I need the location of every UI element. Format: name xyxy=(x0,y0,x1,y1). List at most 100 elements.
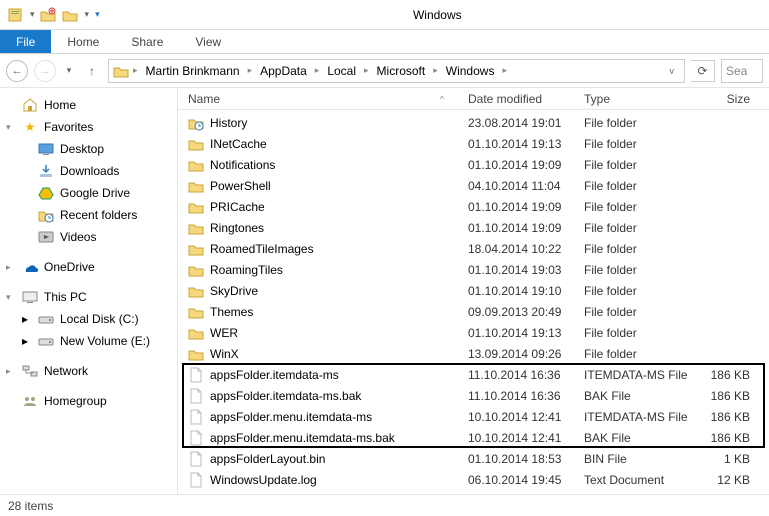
column-type[interactable]: Type xyxy=(578,92,698,106)
sidebar-homegroup[interactable]: Homegroup xyxy=(0,390,177,412)
sidebar-item-google-drive[interactable]: Google Drive xyxy=(0,182,177,204)
crumb-segment[interactable]: Martin Brinkmann xyxy=(142,64,244,78)
sidebar-onedrive[interactable]: ▸ OneDrive xyxy=(0,256,177,278)
sidebar-label: Google Drive xyxy=(60,186,130,200)
file-name: Ringtones xyxy=(210,221,264,235)
table-row[interactable]: WinX13.09.2014 09:26File folder xyxy=(178,343,769,364)
chevron-right-icon[interactable]: ▸ xyxy=(131,65,140,76)
file-type: File folder xyxy=(578,179,698,193)
table-row[interactable]: Themes09.09.2013 20:49File folder xyxy=(178,301,769,322)
sidebar-this-pc[interactable]: ▾ This PC xyxy=(0,286,177,308)
ribbon-tabs: File Home Share View xyxy=(0,30,769,54)
file-type: BAK File xyxy=(578,389,698,403)
sidebar-label: Downloads xyxy=(60,164,119,178)
file-date: 01.10.2014 19:09 xyxy=(462,158,578,172)
expand-icon[interactable]: ▸ xyxy=(22,334,28,348)
column-name[interactable]: Name^ xyxy=(178,92,462,106)
sidebar-item-videos[interactable]: Videos xyxy=(0,226,177,248)
crumb-segment[interactable]: Local xyxy=(323,64,360,78)
column-date[interactable]: Date modified xyxy=(462,92,578,106)
crumb-segment[interactable]: Windows xyxy=(442,64,499,78)
file-icon xyxy=(188,367,204,383)
table-row[interactable]: RoamingTiles01.10.2014 19:03File folder xyxy=(178,259,769,280)
chevron-right-icon[interactable]: ▸ xyxy=(362,65,371,76)
table-row[interactable]: PowerShell04.10.2014 11:04File folder xyxy=(178,175,769,196)
table-row[interactable]: Notifications01.10.2014 19:09File folder xyxy=(178,154,769,175)
file-date: 23.08.2014 19:01 xyxy=(462,116,578,130)
sidebar-item-recent-folders[interactable]: Recent folders xyxy=(0,204,177,226)
properties-icon[interactable] xyxy=(6,6,24,24)
table-row[interactable]: SkyDrive01.10.2014 19:10File folder xyxy=(178,280,769,301)
sidebar-label: Home xyxy=(44,98,76,112)
expand-icon[interactable]: ▸ xyxy=(6,366,11,377)
file-date: 13.09.2014 09:26 xyxy=(462,347,578,361)
table-row[interactable]: PRICache01.10.2014 19:09File folder xyxy=(178,196,769,217)
file-date: 11.10.2014 16:36 xyxy=(462,368,578,382)
sidebar-item-desktop[interactable]: Desktop xyxy=(0,138,177,160)
chevron-right-icon[interactable]: ▸ xyxy=(246,65,255,76)
file-name: RoamedTileImages xyxy=(210,242,314,256)
file-name: PRICache xyxy=(210,200,265,214)
tab-file[interactable]: File xyxy=(0,30,51,53)
table-row[interactable]: Ringtones01.10.2014 19:09File folder xyxy=(178,217,769,238)
folder-icon xyxy=(188,325,204,341)
file-name: appsFolderLayout.bin xyxy=(210,452,325,466)
sidebar-favorites[interactable]: ▾ ★ Favorites xyxy=(0,116,177,138)
file-icon xyxy=(188,409,204,425)
expand-icon[interactable]: ▸ xyxy=(6,262,11,273)
table-row[interactable]: History23.08.2014 19:01File folder xyxy=(178,112,769,133)
sidebar-item-downloads[interactable]: Downloads xyxy=(0,160,177,182)
table-row[interactable]: appsFolder.menu.itemdata-ms10.10.2014 12… xyxy=(178,406,769,427)
table-row[interactable]: appsFolder.menu.itemdata-ms.bak10.10.201… xyxy=(178,427,769,448)
history-dropdown-icon[interactable]: ▾ xyxy=(62,65,76,76)
table-row[interactable]: RoamedTileImages18.04.2014 10:22File fol… xyxy=(178,238,769,259)
sidebar-item-drive-e[interactable]: ▸ New Volume (E:) xyxy=(0,330,177,352)
collapse-icon[interactable]: ▾ xyxy=(6,122,11,133)
column-headers: Name^ Date modified Type Size xyxy=(178,88,769,110)
file-size: 186 KB xyxy=(698,389,756,403)
table-row[interactable]: appsFolderLayout.bin01.10.2014 18:53BIN … xyxy=(178,448,769,469)
address-dropdown-icon[interactable]: v xyxy=(664,66,681,76)
chevron-right-icon[interactable]: ▸ xyxy=(313,65,322,76)
sidebar-label: Network xyxy=(44,364,88,378)
tab-home[interactable]: Home xyxy=(51,30,115,53)
search-input[interactable]: Sea xyxy=(721,59,763,83)
table-row[interactable]: appsFolder.itemdata-ms.bak11.10.2014 16:… xyxy=(178,385,769,406)
chevron-right-icon[interactable]: ▸ xyxy=(431,65,440,76)
up-button[interactable]: ↑ xyxy=(82,61,102,81)
file-icon xyxy=(188,472,204,488)
open-folder-icon[interactable] xyxy=(61,6,79,24)
chevron-down-icon[interactable]: ▾ xyxy=(85,9,90,20)
file-type: ITEMDATA-MS File xyxy=(578,410,698,424)
column-size[interactable]: Size xyxy=(698,92,756,106)
new-folder-icon[interactable] xyxy=(39,6,57,24)
table-row[interactable]: INetCache01.10.2014 19:13File folder xyxy=(178,133,769,154)
collapse-icon[interactable]: ▾ xyxy=(6,292,11,303)
sidebar-home[interactable]: Home xyxy=(0,94,177,116)
file-list[interactable]: History23.08.2014 19:01File folderINetCa… xyxy=(178,110,769,494)
sidebar-network[interactable]: ▸ Network xyxy=(0,360,177,382)
tab-share[interactable]: Share xyxy=(115,30,179,53)
table-row[interactable]: WindowsUpdate.log06.10.2014 19:45Text Do… xyxy=(178,469,769,490)
sidebar-item-drive-c[interactable]: ▸ Local Disk (C:) xyxy=(0,308,177,330)
file-type: File folder xyxy=(578,305,698,319)
file-type: File folder xyxy=(578,242,698,256)
expand-icon[interactable]: ▸ xyxy=(22,312,28,326)
address-bar: ← → ▾ ↑ ▸ Martin Brinkmann ▸ AppData ▸ L… xyxy=(0,54,769,88)
table-row[interactable]: appsFolder.itemdata-ms11.10.2014 16:36IT… xyxy=(178,364,769,385)
file-list-pane: Name^ Date modified Type Size History23.… xyxy=(178,88,769,494)
sidebar-label: OneDrive xyxy=(44,260,95,274)
chevron-right-icon[interactable]: ▸ xyxy=(500,65,509,76)
file-name: INetCache xyxy=(210,137,267,151)
crumb-segment[interactable]: Microsoft xyxy=(373,64,430,78)
back-button[interactable]: ← xyxy=(6,60,28,82)
tab-view[interactable]: View xyxy=(179,30,237,53)
refresh-button[interactable]: ⟳ xyxy=(691,60,715,82)
chevron-down-icon[interactable]: ▾ xyxy=(30,9,35,20)
qat-customize-icon[interactable]: ▾ xyxy=(95,9,100,20)
downloads-icon xyxy=(38,163,54,179)
forward-button[interactable]: → xyxy=(34,60,56,82)
table-row[interactable]: WER01.10.2014 19:13File folder xyxy=(178,322,769,343)
crumb-segment[interactable]: AppData xyxy=(256,64,311,78)
breadcrumb[interactable]: ▸ Martin Brinkmann ▸ AppData ▸ Local ▸ M… xyxy=(108,59,685,83)
